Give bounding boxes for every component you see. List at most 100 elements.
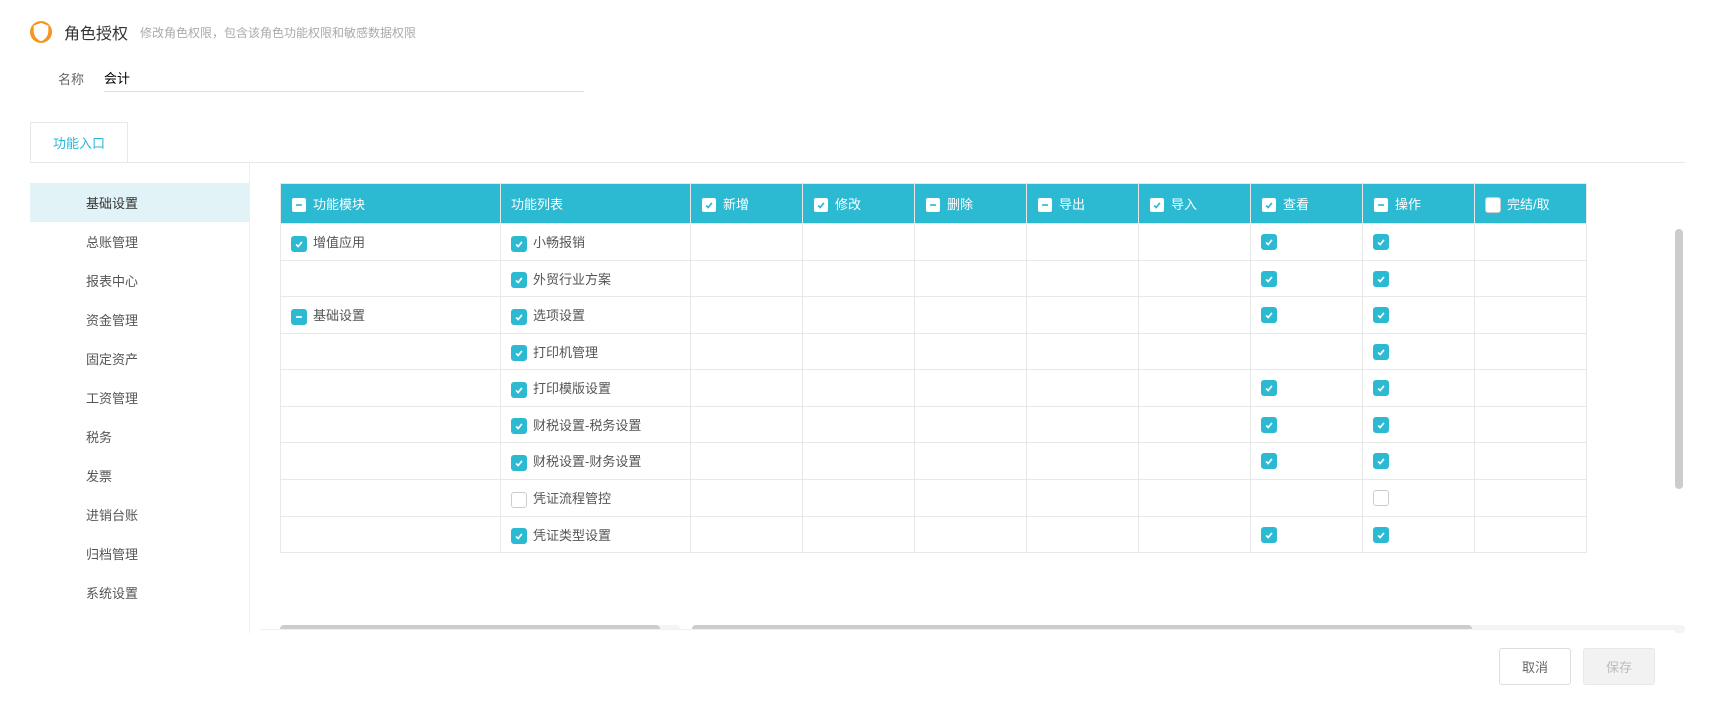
checkbox-icon[interactable] [511, 236, 527, 252]
table-row: 凭证类型设置 [281, 516, 1587, 553]
checkbox-icon[interactable] [1037, 197, 1053, 213]
header-label: 修改 [835, 197, 861, 212]
action-cell [1027, 516, 1139, 553]
sidebar-item[interactable]: 资金管理 [30, 300, 249, 339]
sidebar-item[interactable]: 总账管理 [30, 222, 249, 261]
table-row: 外贸行业方案 [281, 260, 1587, 297]
action-cell [1139, 333, 1251, 370]
checkbox-icon[interactable] [511, 382, 527, 398]
sidebar-item[interactable]: 工资管理 [30, 378, 249, 417]
checkbox-icon[interactable] [291, 236, 307, 252]
action-cell [1027, 333, 1139, 370]
checkbox-icon[interactable] [1373, 453, 1389, 469]
checkbox-icon[interactable] [511, 528, 527, 544]
column-header[interactable]: 功能模块 [281, 184, 501, 224]
header-label: 新增 [723, 197, 749, 212]
checkbox-icon[interactable] [1373, 271, 1389, 287]
column-header[interactable]: 完结/取 [1475, 184, 1587, 224]
checkbox-icon[interactable] [1261, 527, 1277, 543]
sidebar-item[interactable]: 固定资产 [30, 339, 249, 378]
table-row: 增值应用小畅报销 [281, 224, 1587, 261]
sidebar-item[interactable]: 系统设置 [30, 573, 249, 612]
column-header[interactable]: 操作 [1363, 184, 1475, 224]
checkbox-icon[interactable] [1373, 344, 1389, 360]
tabs: 功能入口 [30, 122, 1685, 163]
action-cell [1475, 260, 1587, 297]
column-header[interactable]: 删除 [915, 184, 1027, 224]
action-cell [691, 479, 803, 516]
action-cell [915, 406, 1027, 443]
checkbox-icon[interactable] [1373, 234, 1389, 250]
action-cell [1475, 333, 1587, 370]
footer: 取消 保存 [260, 629, 1675, 703]
action-cell [915, 443, 1027, 480]
checkbox-icon[interactable] [1373, 527, 1389, 543]
checkbox-icon[interactable] [1373, 197, 1389, 213]
column-header[interactable]: 查看 [1251, 184, 1363, 224]
cancel-button[interactable]: 取消 [1499, 648, 1571, 685]
checkbox-icon[interactable] [1485, 197, 1501, 213]
action-cell [803, 370, 915, 407]
action-cell [1363, 443, 1475, 480]
column-header[interactable]: 新增 [691, 184, 803, 224]
column-header[interactable]: 功能列表 [501, 184, 691, 224]
checkbox-icon[interactable] [701, 197, 717, 213]
checkbox-icon[interactable] [1149, 197, 1165, 213]
action-cell [1251, 406, 1363, 443]
checkbox-icon[interactable] [511, 418, 527, 434]
header-label: 导入 [1171, 197, 1197, 212]
checkbox-icon[interactable] [511, 309, 527, 325]
name-input[interactable] [104, 64, 584, 92]
checkbox-icon[interactable] [1261, 271, 1277, 287]
action-cell [1251, 297, 1363, 334]
table-row: 打印机管理 [281, 333, 1587, 370]
sidebar-item[interactable]: 税务 [30, 417, 249, 456]
column-header[interactable]: 导入 [1139, 184, 1251, 224]
checkbox-icon[interactable] [511, 272, 527, 288]
checkbox-icon[interactable] [1373, 380, 1389, 396]
sidebar-item[interactable]: 发票 [30, 456, 249, 495]
action-cell [1251, 224, 1363, 261]
checkbox-icon[interactable] [1373, 307, 1389, 323]
checkbox-icon[interactable] [1373, 490, 1389, 506]
table-wrap[interactable]: 功能模块功能列表 新增 修改 删除 导出 导入 查看操作完结/取 增值应用小畅报销外贸行业方… [280, 183, 1685, 619]
action-cell [1027, 224, 1139, 261]
sidebar: 基础设置总账管理报表中心资金管理固定资产工资管理税务发票进销台账归档管理系统设置 [30, 163, 250, 633]
module-label: 基础设置 [313, 308, 365, 323]
function-label: 财税设置-财务设置 [533, 454, 641, 469]
action-cell [1027, 370, 1139, 407]
action-cell [803, 443, 915, 480]
action-cell [691, 224, 803, 261]
checkbox-icon[interactable] [1261, 234, 1277, 250]
save-button[interactable]: 保存 [1583, 648, 1655, 685]
column-header[interactable]: 修改 [803, 184, 915, 224]
column-header[interactable]: 导出 [1027, 184, 1139, 224]
tab-function-entry[interactable]: 功能入口 [30, 122, 128, 162]
vertical-scrollbar[interactable] [1675, 229, 1683, 489]
checkbox-icon[interactable] [1261, 197, 1277, 213]
action-cell [1027, 260, 1139, 297]
checkbox-icon[interactable] [291, 197, 307, 213]
checkbox-icon[interactable] [813, 197, 829, 213]
sidebar-item[interactable]: 报表中心 [30, 261, 249, 300]
checkbox-icon[interactable] [1261, 417, 1277, 433]
function-cell: 打印机管理 [501, 333, 691, 370]
checkbox-icon[interactable] [511, 455, 527, 471]
action-cell [1027, 443, 1139, 480]
checkbox-icon[interactable] [511, 345, 527, 361]
action-cell [1475, 479, 1587, 516]
sidebar-item[interactable]: 进销台账 [30, 495, 249, 534]
checkbox-icon[interactable] [1373, 417, 1389, 433]
checkbox-icon[interactable] [1261, 307, 1277, 323]
action-cell [691, 370, 803, 407]
checkbox-icon[interactable] [511, 492, 527, 508]
checkbox-icon[interactable] [291, 309, 307, 325]
header-label: 导出 [1059, 197, 1085, 212]
checkbox-icon[interactable] [1261, 380, 1277, 396]
action-cell [1251, 443, 1363, 480]
checkbox-icon[interactable] [925, 197, 941, 213]
sidebar-item[interactable]: 基础设置 [30, 183, 249, 222]
checkbox-icon[interactable] [1261, 453, 1277, 469]
page-subtitle: 修改角色权限，包含该角色功能权限和敏感数据权限 [140, 24, 416, 41]
sidebar-item[interactable]: 归档管理 [30, 534, 249, 573]
